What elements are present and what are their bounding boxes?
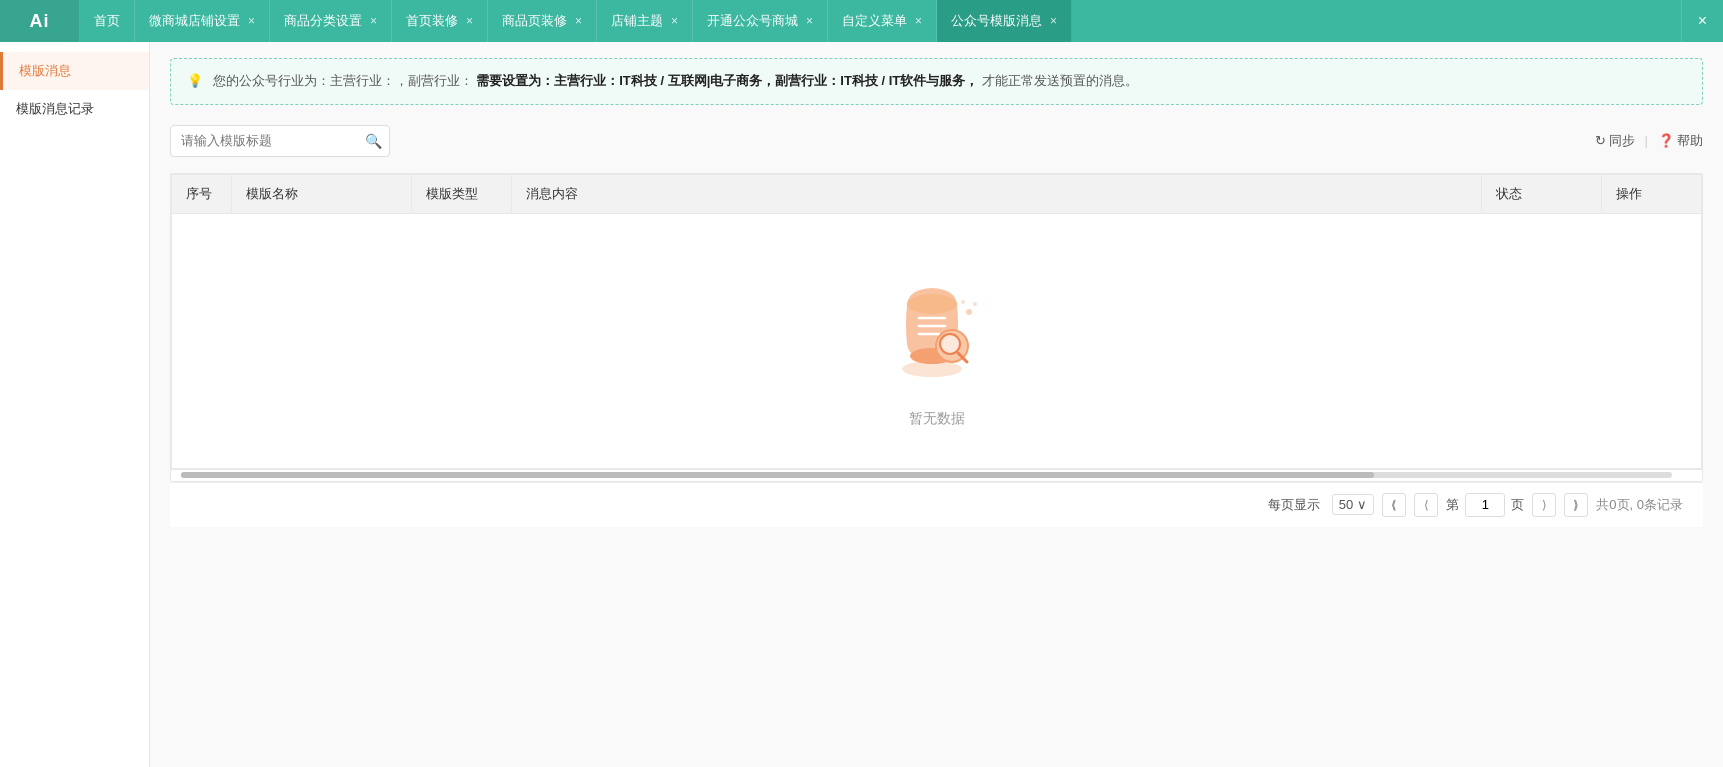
- empty-state: 暂无数据: [172, 214, 1701, 468]
- search-input-wrap: 🔍: [170, 125, 390, 157]
- tab-product-decoration[interactable]: 商品页装修 ×: [488, 0, 597, 42]
- tab-theme[interactable]: 店铺主题 ×: [597, 0, 693, 42]
- help-button[interactable]: ❓ 帮助: [1658, 132, 1703, 150]
- tab-homepage-decoration[interactable]: 首页装修 ×: [392, 0, 488, 42]
- tab-custom-menu[interactable]: 自定义菜单 ×: [828, 0, 937, 42]
- tab-open-mall[interactable]: 开通公众号商城 ×: [693, 0, 828, 42]
- next-page-button[interactable]: ⟩: [1532, 493, 1556, 517]
- search-bar: 🔍 ↻ 同步 | ❓ 帮助: [170, 125, 1703, 157]
- svg-point-10: [973, 302, 977, 306]
- scrollbar-track: [181, 472, 1672, 478]
- svg-point-11: [961, 300, 965, 304]
- search-icon[interactable]: 🔍: [365, 133, 382, 149]
- table-header: 序号 模版名称 模版类型 消息内容 状态 操作: [172, 174, 1702, 213]
- first-page-button[interactable]: ⟨ ⟨: [1382, 493, 1406, 517]
- help-label: 帮助: [1677, 132, 1703, 150]
- sync-label: 同步: [1609, 132, 1635, 150]
- sidebar-item-template-msg-label: 模版消息: [19, 63, 71, 78]
- tab-template-msg-label: 公众号模版消息: [951, 12, 1042, 30]
- data-table: 序号 模版名称 模版类型 消息内容 状态 操作: [171, 174, 1702, 469]
- sidebar: 模版消息 模版消息记录: [0, 42, 150, 767]
- svg-point-9: [966, 309, 972, 315]
- page-size-chevron: ∨: [1357, 497, 1367, 512]
- svg-point-1: [907, 294, 957, 314]
- page-size-label: 每页显示: [1268, 496, 1320, 514]
- page-size-select[interactable]: 50 ∨: [1332, 494, 1374, 515]
- tab-category-close[interactable]: ×: [370, 14, 377, 28]
- tab-template-msg-close[interactable]: ×: [1050, 14, 1057, 28]
- scrollbar-thumb: [181, 472, 1374, 478]
- th-action: 操作: [1602, 174, 1702, 213]
- logo-tab[interactable]: Ai: [0, 0, 80, 42]
- tab-category-label: 商品分类设置: [284, 12, 362, 30]
- empty-illustration: [877, 274, 997, 394]
- tab-homepage-decoration-label: 首页装修: [406, 12, 458, 30]
- notice-text-suffix: 才能正常发送预置的消息。: [982, 73, 1138, 88]
- main-layout: 模版消息 模版消息记录 💡 您的公众号行业为：主营行业：，副营行业： 需要设置为…: [0, 42, 1723, 767]
- tab-theme-close[interactable]: ×: [671, 14, 678, 28]
- content-area: 💡 您的公众号行业为：主营行业：，副营行业： 需要设置为：主营行业：IT科技 /…: [150, 42, 1723, 767]
- close-all-button[interactable]: ×: [1681, 0, 1723, 42]
- next-page-icon: ⟩: [1542, 498, 1547, 512]
- tab-shop-settings[interactable]: 微商城店铺设置 ×: [135, 0, 270, 42]
- tab-open-mall-close[interactable]: ×: [806, 14, 813, 28]
- page-size-value: 50: [1339, 497, 1353, 512]
- tab-custom-menu-label: 自定义菜单: [842, 12, 907, 30]
- sidebar-item-template-msg[interactable]: 模版消息: [0, 52, 149, 90]
- sync-button[interactable]: ↻ 同步: [1595, 132, 1635, 150]
- page-input-wrap: 第 页: [1446, 493, 1524, 517]
- th-index: 序号: [172, 174, 232, 213]
- th-status: 状态: [1482, 174, 1602, 213]
- toolbar-right: ↻ 同步 | ❓ 帮助: [1595, 132, 1703, 150]
- th-name: 模版名称: [232, 174, 412, 213]
- page-label: 第: [1446, 496, 1459, 514]
- sidebar-item-template-msg-log[interactable]: 模版消息记录: [0, 90, 149, 128]
- pagination-bar: 每页显示 50 ∨ ⟨ ⟨ ⟨ 第 页 ⟩ ⟩ ⟩: [170, 482, 1703, 527]
- tab-shop-settings-close[interactable]: ×: [248, 14, 255, 28]
- topbar: Ai 首页 微商城店铺设置 × 商品分类设置 × 首页装修 × 商品页装修 × …: [0, 0, 1723, 42]
- tab-homepage-decoration-close[interactable]: ×: [466, 14, 473, 28]
- total-info: 共0页, 0条记录: [1596, 496, 1683, 514]
- th-content: 消息内容: [512, 174, 1482, 213]
- notice-text-prefix: 您的公众号行业为：主营行业：，副营行业：: [213, 73, 473, 88]
- tab-template-msg[interactable]: 公众号模版消息 ×: [937, 0, 1072, 42]
- page-number-input[interactable]: [1465, 493, 1505, 517]
- close-all-icon: ×: [1698, 12, 1707, 30]
- table-wrap: 序号 模版名称 模版类型 消息内容 状态 操作: [170, 173, 1703, 482]
- first-page-icon2: ⟨: [1392, 498, 1397, 512]
- notice-icon: 💡: [187, 73, 203, 88]
- toolbar-divider: |: [1645, 133, 1648, 148]
- tab-open-mall-label: 开通公众号商城: [707, 12, 798, 30]
- sidebar-item-template-msg-log-label: 模版消息记录: [16, 101, 94, 116]
- tab-product-decoration-label: 商品页装修: [502, 12, 567, 30]
- tab-theme-label: 店铺主题: [611, 12, 663, 30]
- last-page-icon2: ⟩: [1574, 498, 1579, 512]
- search-input[interactable]: [170, 125, 390, 157]
- last-page-button[interactable]: ⟩ ⟩: [1564, 493, 1588, 517]
- prev-page-icon: ⟨: [1424, 498, 1429, 512]
- tab-shop-settings-label: 微商城店铺设置: [149, 12, 240, 30]
- page-suffix: 页: [1511, 496, 1524, 514]
- notice-highlight: 需要设置为：主营行业：IT科技 / 互联网|电子商务，副营行业：IT科技 / I…: [476, 73, 978, 88]
- help-icon: ❓: [1658, 133, 1674, 148]
- tab-product-decoration-close[interactable]: ×: [575, 14, 582, 28]
- horizontal-scrollbar[interactable]: [171, 469, 1702, 481]
- th-type: 模版类型: [412, 174, 512, 213]
- tab-home[interactable]: 首页: [80, 0, 135, 42]
- tab-home-label: 首页: [94, 12, 120, 30]
- table-body: 暂无数据: [172, 213, 1702, 468]
- logo-text: Ai: [30, 11, 50, 32]
- tab-category[interactable]: 商品分类设置 ×: [270, 0, 392, 42]
- svg-point-7: [940, 334, 960, 354]
- tab-custom-menu-close[interactable]: ×: [915, 14, 922, 28]
- empty-text: 暂无数据: [909, 410, 965, 428]
- prev-page-button[interactable]: ⟨: [1414, 493, 1438, 517]
- notice-box: 💡 您的公众号行业为：主营行业：，副营行业： 需要设置为：主营行业：IT科技 /…: [170, 58, 1703, 105]
- sync-icon: ↻: [1595, 133, 1606, 148]
